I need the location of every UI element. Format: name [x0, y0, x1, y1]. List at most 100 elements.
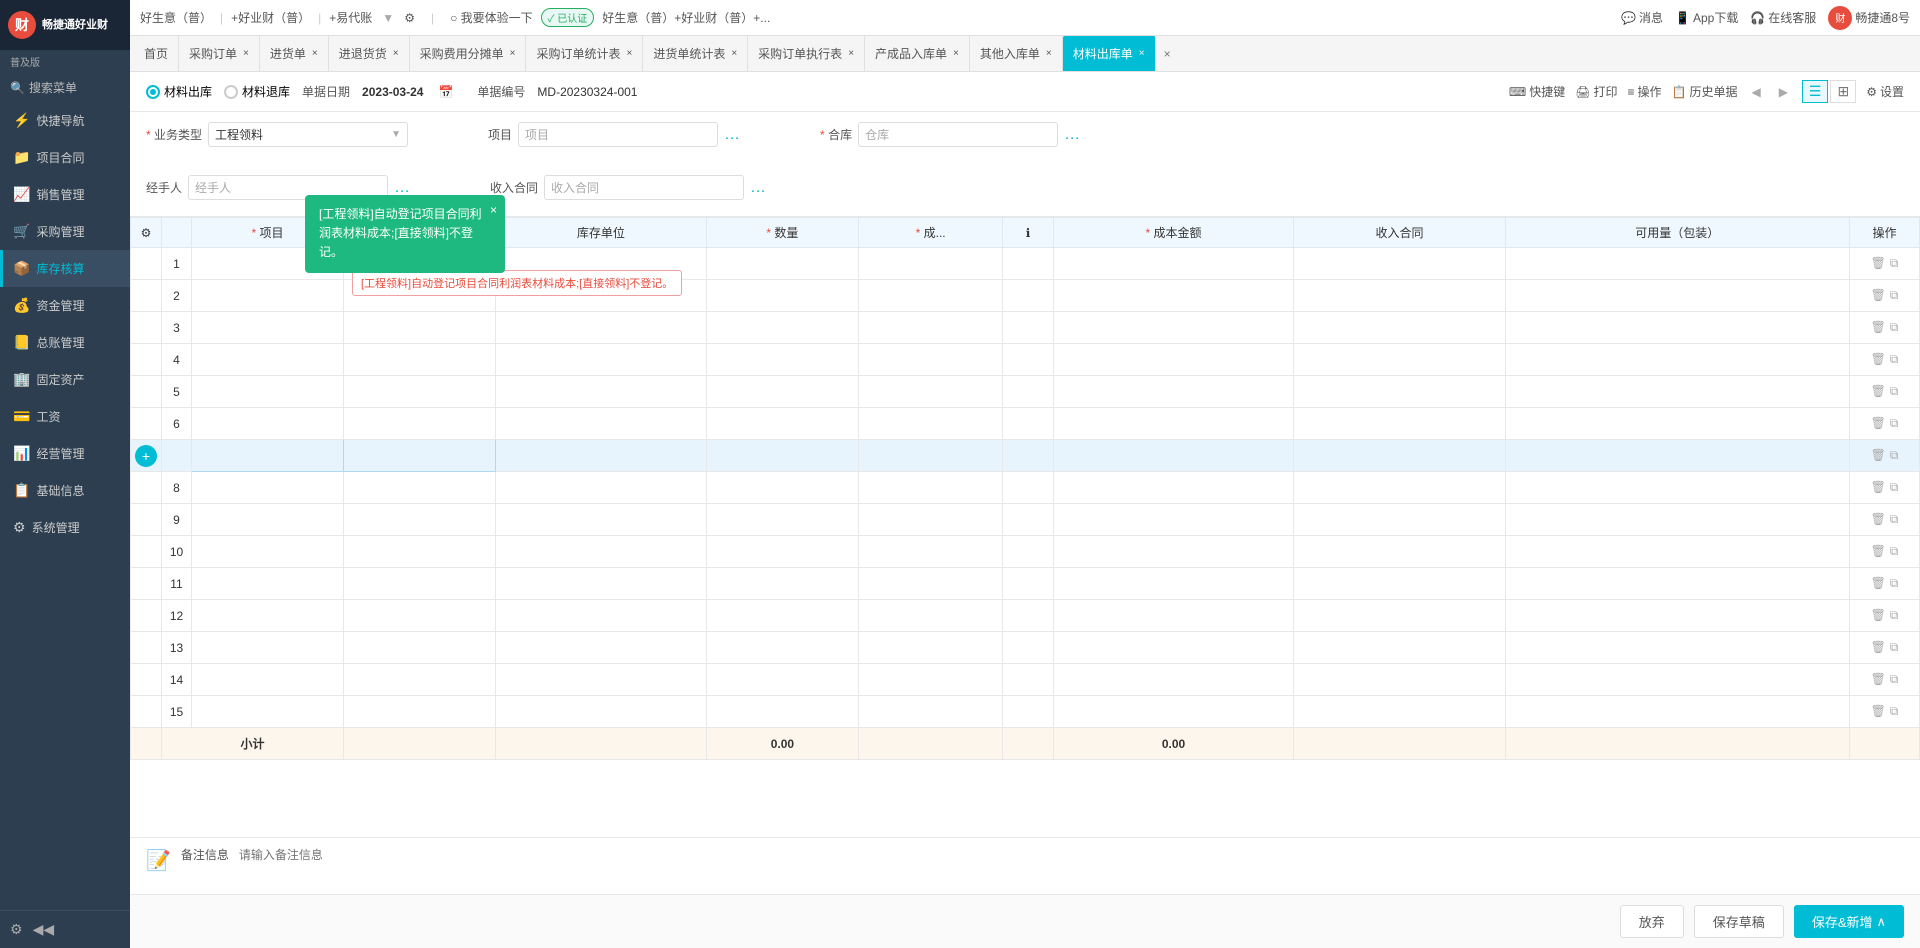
operations-btn[interactable]: ≡ 操作	[1627, 83, 1661, 100]
delete-row-btn[interactable]: 🗑	[1871, 352, 1886, 366]
delete-row-btn[interactable]: 🗑	[1871, 544, 1886, 558]
copy-row-btn[interactable]: ⧉	[1890, 608, 1899, 622]
sidebar-item-inventory[interactable]: 📦 库存核算	[0, 250, 130, 287]
copy-row-btn[interactable]: ⧉	[1890, 448, 1899, 462]
tab-receipt-stats[interactable]: 进货单统计表 ×	[643, 36, 748, 72]
delete-row-btn[interactable]: 🗑	[1871, 480, 1886, 494]
sidebar-item-system[interactable]: ⚙ 系统管理	[0, 509, 130, 546]
sidebar-settings-btn[interactable]: ⚙	[10, 921, 23, 938]
discard-button[interactable]: 放弃	[1620, 905, 1684, 938]
copy-row-btn[interactable]: ⧉	[1890, 384, 1899, 398]
add-row-btn[interactable]: +	[135, 445, 157, 467]
topbar-app-download[interactable]: 📱 App下载	[1675, 9, 1738, 26]
copy-row-btn[interactable]: ⧉	[1890, 288, 1899, 302]
tab-close-purchase-stats[interactable]: ×	[626, 48, 632, 59]
tab-purchase-stats[interactable]: 采购订单统计表 ×	[526, 36, 643, 72]
col-settings[interactable]: ⚙	[131, 218, 162, 248]
sidebar-search[interactable]: 🔍 搜索菜单	[0, 73, 130, 102]
tab-finished-goods[interactable]: 产成品入库单 ×	[865, 36, 970, 72]
copy-row-btn[interactable]: ⧉	[1890, 320, 1899, 334]
view-table[interactable]: ☰	[1802, 80, 1829, 103]
income-contract-input[interactable]: 收入合同	[544, 175, 744, 200]
tab-receipt[interactable]: 进货单 ×	[260, 36, 329, 72]
delete-row-btn[interactable]: 🗑	[1871, 608, 1886, 622]
delete-row-btn[interactable]: 🗑	[1871, 640, 1886, 654]
radio-material-return[interactable]: 材料退库	[224, 83, 290, 100]
delete-row-btn[interactable]: 🗑	[1871, 704, 1886, 718]
topbar-certified2[interactable]: 好生意（普）+好业财（普）+...	[602, 9, 770, 26]
topbar-user[interactable]: 财 畅捷通8号	[1828, 6, 1910, 30]
copy-row-btn[interactable]: ⧉	[1890, 672, 1899, 686]
handler-more-btn[interactable]: …	[394, 179, 410, 197]
sidebar-item-ledger[interactable]: 📒 总账管理	[0, 324, 130, 361]
nav-prev[interactable]: ◀	[1747, 83, 1764, 101]
tab-return[interactable]: 进退货货 ×	[329, 36, 410, 72]
topbar-haoyecai[interactable]: +好业财（普）	[231, 9, 310, 26]
tab-close-return[interactable]: ×	[393, 48, 399, 59]
copy-row-btn[interactable]: ⧉	[1890, 512, 1899, 526]
copy-row-btn[interactable]: ⧉	[1890, 576, 1899, 590]
tab-close-receipt[interactable]: ×	[312, 48, 318, 59]
copy-row-btn[interactable]: ⧉	[1890, 640, 1899, 654]
sidebar-item-shortcut[interactable]: ⚡ 快捷导航	[0, 102, 130, 139]
copy-row-btn[interactable]: ⧉	[1890, 544, 1899, 558]
radio-material-out[interactable]: 材料出库	[146, 83, 212, 100]
delete-row-btn[interactable]: 🗑	[1871, 512, 1886, 526]
topbar-experience[interactable]: ○ 我要体验一下	[450, 9, 533, 26]
warehouse-input[interactable]: 仓库	[858, 122, 1058, 147]
topbar-yidaizhang[interactable]: +易代账	[329, 9, 372, 26]
copy-row-btn[interactable]: ⧉	[1890, 352, 1899, 366]
tab-purchase-order[interactable]: 采购订单 ×	[179, 36, 260, 72]
shortcut-key-btn[interactable]: ⌨ 快捷键	[1509, 83, 1565, 100]
topbar-message[interactable]: 💬 消息	[1621, 9, 1663, 26]
tab-home[interactable]: 首页	[134, 36, 179, 72]
sidebar-item-basicinfo[interactable]: 📋 基础信息	[0, 472, 130, 509]
tab-close-material-out[interactable]: ×	[1139, 48, 1145, 59]
tab-execution[interactable]: 采购订单执行表 ×	[748, 36, 865, 72]
tab-close-receipt-stats[interactable]: ×	[731, 48, 737, 59]
delete-row-btn[interactable]: 🗑	[1871, 576, 1886, 590]
notes-input[interactable]	[239, 846, 1904, 886]
sidebar-item-payroll[interactable]: 💳 工资	[0, 398, 130, 435]
history-btn[interactable]: 📋 历史单据	[1671, 83, 1737, 100]
sidebar-item-sales[interactable]: 📈 销售管理	[0, 176, 130, 213]
warehouse-more-btn[interactable]: …	[1064, 126, 1080, 144]
sidebar-collapse-btn[interactable]: ◀◀	[33, 921, 55, 938]
sidebar-item-finance[interactable]: 💰 资金管理	[0, 287, 130, 324]
project-more-btn[interactable]: …	[724, 126, 740, 144]
copy-row-btn[interactable]: ⧉	[1890, 416, 1899, 430]
tab-close-other-receipt[interactable]: ×	[1046, 48, 1052, 59]
save-draft-button[interactable]: 保存草稿	[1694, 905, 1784, 938]
tab-close-all[interactable]: ×	[1156, 41, 1179, 67]
income-contract-more-btn[interactable]: …	[750, 179, 766, 197]
save-new-button[interactable]: 保存&新增 ∧	[1794, 905, 1904, 938]
delete-row-btn[interactable]: 🗑	[1871, 384, 1886, 398]
print-btn[interactable]: 🖨 打印	[1575, 83, 1617, 100]
tab-close-finished-goods[interactable]: ×	[953, 48, 959, 59]
view-card[interactable]: ⊞	[1830, 80, 1856, 103]
sidebar-item-operations[interactable]: 📊 经营管理	[0, 435, 130, 472]
project-input[interactable]: 项目	[518, 122, 718, 147]
tab-close-expense[interactable]: ×	[510, 48, 516, 59]
sidebar-item-purchase[interactable]: 🛒 采购管理	[0, 213, 130, 250]
calendar-icon[interactable]: 📅	[438, 85, 453, 99]
delete-row-btn[interactable]: 🗑	[1871, 288, 1886, 302]
nav-next[interactable]: ▶	[1775, 83, 1792, 101]
settings-btn[interactable]: ⚙ 设置	[1866, 83, 1904, 100]
tab-expense[interactable]: 采购费用分摊单 ×	[410, 36, 527, 72]
copy-row-btn[interactable]: ⧉	[1890, 256, 1899, 270]
topbar-online-service[interactable]: 🎧 在线客服	[1750, 9, 1816, 26]
copy-row-btn[interactable]: ⧉	[1890, 480, 1899, 494]
tab-close-execution[interactable]: ×	[848, 48, 854, 59]
copy-row-btn[interactable]: ⧉	[1890, 704, 1899, 718]
date-value[interactable]: 2023-03-24	[362, 85, 423, 99]
delete-row-btn[interactable]: 🗑	[1871, 672, 1886, 686]
topbar-settings-icon[interactable]: ⚙	[404, 11, 415, 25]
business-type-input[interactable]: 工程领料 ▼	[208, 122, 408, 147]
delete-row-btn[interactable]: 🗑	[1871, 320, 1886, 334]
delete-row-btn[interactable]: 🗑	[1871, 448, 1886, 462]
tab-close-purchase-order[interactable]: ×	[243, 48, 249, 59]
tooltip-close-btn[interactable]: ×	[490, 201, 497, 220]
topbar-haoshengyi[interactable]: 好生意（普）	[140, 9, 212, 26]
tab-material-out[interactable]: 材料出库单 ×	[1063, 36, 1156, 72]
